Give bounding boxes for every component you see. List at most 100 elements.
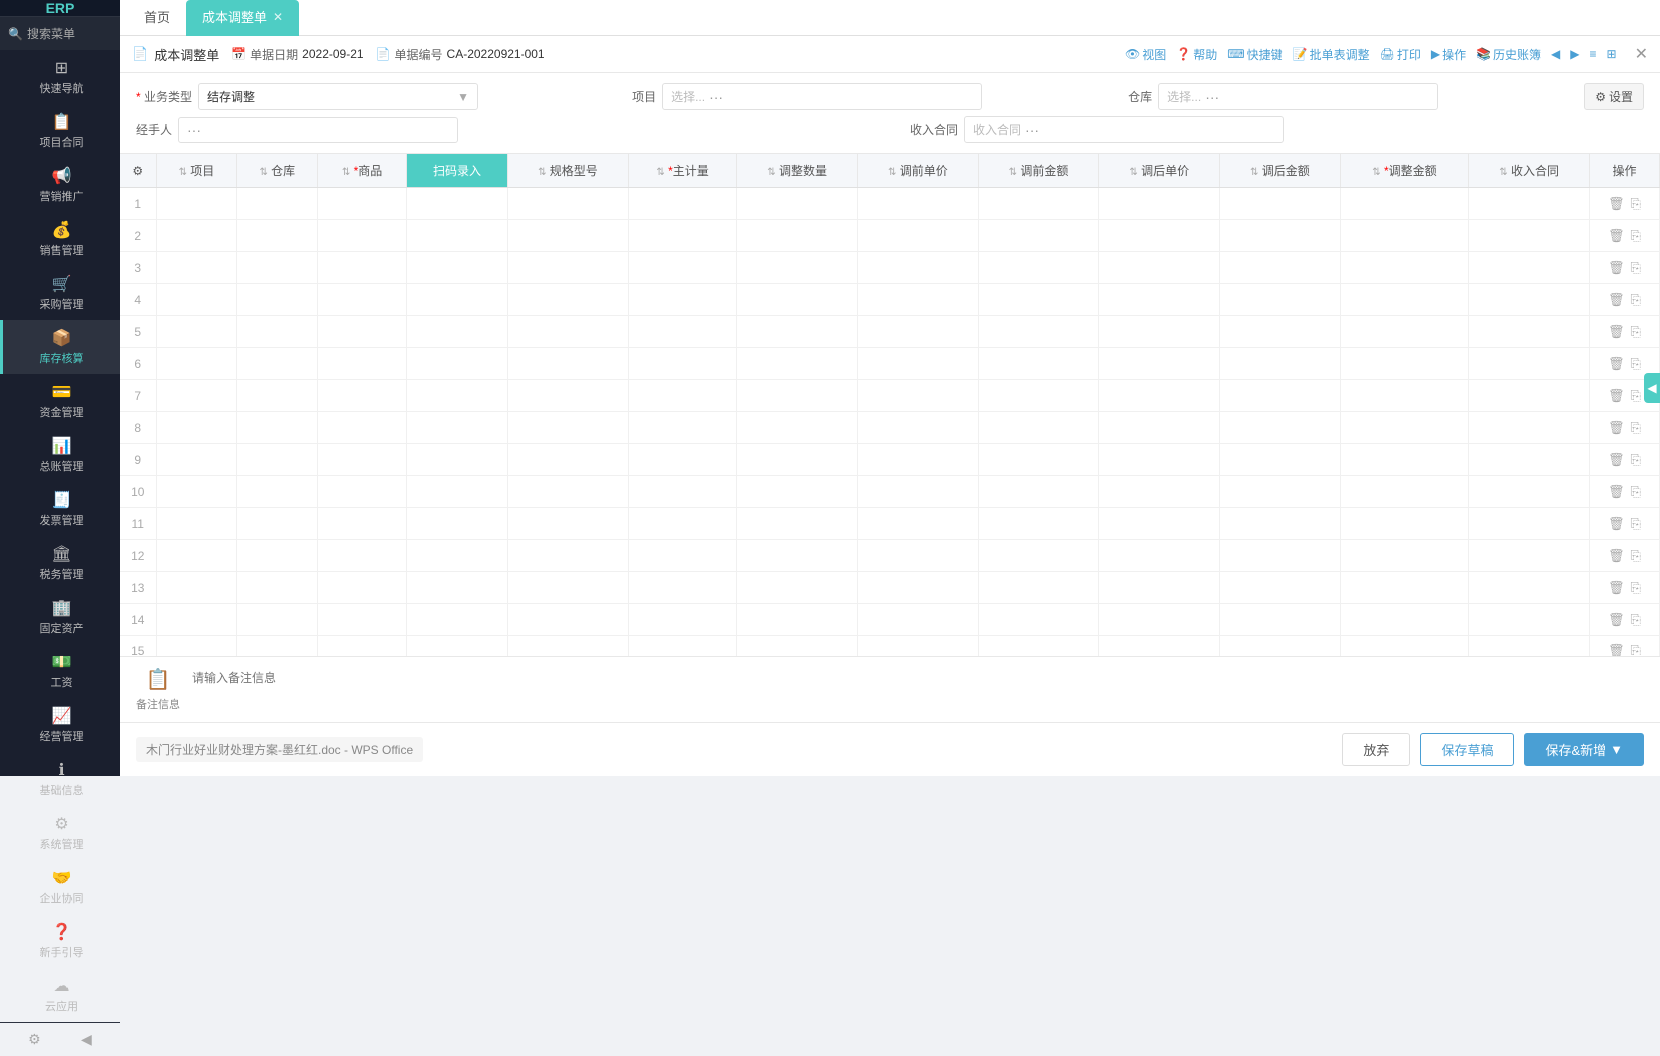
row-3-after-amount[interactable] [1220, 252, 1341, 284]
print-button[interactable]: 🖨 打印 [1380, 46, 1421, 63]
row-13-adjust-amount[interactable] [1340, 572, 1468, 604]
row-4-adjust-amount[interactable] [1340, 284, 1468, 316]
row-5-after-price[interactable] [1099, 316, 1220, 348]
row-1-qty[interactable] [737, 188, 858, 220]
project-dots-icon[interactable]: ··· [709, 89, 723, 105]
sidebar-item-sales[interactable]: 💰 销售管理 [0, 212, 120, 266]
row-15-product[interactable] [318, 636, 407, 657]
row-10-qty[interactable] [737, 476, 858, 508]
row-8-delete-icon[interactable]: 🗑 [1608, 420, 1625, 436]
row-10-after-amount[interactable] [1220, 476, 1341, 508]
sidebar-item-inventory[interactable]: 📦 库存核算 [0, 320, 120, 374]
view-grid-button[interactable]: ⊞ [1607, 47, 1617, 61]
row-10-unit[interactable] [628, 476, 737, 508]
row-4-product[interactable] [318, 284, 407, 316]
sidebar-item-enterprise[interactable]: 🤝 企业协同 [0, 860, 120, 914]
nav-next-button[interactable]: ▶ [1570, 47, 1579, 61]
sidebar-toggle-button[interactable]: ◀ [81, 1031, 92, 1048]
row-7-qty[interactable] [737, 380, 858, 412]
row-1-unit[interactable] [628, 188, 737, 220]
row-5-copy-icon[interactable]: ⎘ [1631, 324, 1641, 340]
row-4-after-amount[interactable] [1220, 284, 1341, 316]
row-11-warehouse[interactable] [237, 508, 318, 540]
row-5-delete-icon[interactable]: 🗑 [1608, 324, 1625, 340]
row-9-unit[interactable] [628, 444, 737, 476]
row-1-scan[interactable] [406, 188, 507, 220]
row-2-after-price[interactable] [1099, 220, 1220, 252]
row-1-income-contract[interactable] [1469, 188, 1590, 220]
sidebar-item-fixed-assets[interactable]: 🏢 固定资产 [0, 590, 120, 644]
row-6-project[interactable] [156, 348, 237, 380]
row-13-unit[interactable] [628, 572, 737, 604]
row-7-after-price[interactable] [1099, 380, 1220, 412]
row-14-before-amount[interactable] [978, 604, 1099, 636]
row-5-spec[interactable] [508, 316, 629, 348]
row-10-delete-icon[interactable]: 🗑 [1608, 484, 1625, 500]
warehouse-dots-icon[interactable]: ··· [1205, 89, 1219, 105]
row-12-product[interactable] [318, 540, 407, 572]
row-11-delete-icon[interactable]: 🗑 [1608, 516, 1625, 532]
row-14-project[interactable] [156, 604, 237, 636]
row-2-qty[interactable] [737, 220, 858, 252]
row-5-scan[interactable] [406, 316, 507, 348]
sidebar-item-system[interactable]: ⚙ 系统管理 [0, 806, 120, 860]
row-2-after-amount[interactable] [1220, 220, 1341, 252]
row-14-adjust-amount[interactable] [1340, 604, 1468, 636]
sidebar-item-quick-nav[interactable]: ⊞ 快速导航 [0, 50, 120, 104]
row-13-before-amount[interactable] [978, 572, 1099, 604]
sidebar-item-payroll[interactable]: 💵 工资 [0, 644, 120, 698]
handler-dots-icon[interactable]: ··· [187, 122, 201, 138]
row-10-warehouse[interactable] [237, 476, 318, 508]
row-11-income-contract[interactable] [1469, 508, 1590, 540]
row-9-scan[interactable] [406, 444, 507, 476]
nav-prev-button[interactable]: ◀ [1551, 47, 1560, 61]
col-adjust-amount[interactable]: ⇅ *调整金额 [1340, 154, 1468, 188]
row-15-income-contract[interactable] [1469, 636, 1590, 657]
row-15-warehouse[interactable] [237, 636, 318, 657]
row-8-before-amount[interactable] [978, 412, 1099, 444]
row-3-spec[interactable] [508, 252, 629, 284]
col-before-amount[interactable]: ⇅ 调前金额 [978, 154, 1099, 188]
row-15-after-price[interactable] [1099, 636, 1220, 657]
row-13-spec[interactable] [508, 572, 629, 604]
row-14-after-price[interactable] [1099, 604, 1220, 636]
business-type-input[interactable]: 结存调整 ▼ [198, 83, 478, 110]
row-6-after-price[interactable] [1099, 348, 1220, 380]
row-9-project[interactable] [156, 444, 237, 476]
row-8-unit[interactable] [628, 412, 737, 444]
shortcut-button[interactable]: ⌨ 快捷键 [1227, 46, 1282, 63]
row-10-scan[interactable] [406, 476, 507, 508]
row-1-delete-icon[interactable]: 🗑 [1608, 196, 1625, 212]
row-3-scan[interactable] [406, 252, 507, 284]
view-button[interactable]: 👁 视图 [1125, 46, 1166, 63]
row-2-income-contract[interactable] [1469, 220, 1590, 252]
row-13-income-contract[interactable] [1469, 572, 1590, 604]
row-14-product[interactable] [318, 604, 407, 636]
col-product[interactable]: ⇅ *商品 [318, 154, 407, 188]
tab-close-icon[interactable]: ✕ [273, 10, 283, 24]
row-4-delete-icon[interactable]: 🗑 [1608, 292, 1625, 308]
tab-cost-adjust[interactable]: 成本调整单 ✕ [186, 0, 299, 36]
row-12-spec[interactable] [508, 540, 629, 572]
row-1-before-amount[interactable] [978, 188, 1099, 220]
row-11-after-price[interactable] [1099, 508, 1220, 540]
view-list-button[interactable]: ≡ [1590, 47, 1597, 61]
row-10-product[interactable] [318, 476, 407, 508]
row-10-income-contract[interactable] [1469, 476, 1590, 508]
row-7-adjust-amount[interactable] [1340, 380, 1468, 412]
row-2-delete-icon[interactable]: 🗑 [1608, 228, 1625, 244]
row-7-product[interactable] [318, 380, 407, 412]
row-14-scan[interactable] [406, 604, 507, 636]
row-2-warehouse[interactable] [237, 220, 318, 252]
row-12-scan[interactable] [406, 540, 507, 572]
row-4-qty[interactable] [737, 284, 858, 316]
row-8-adjust-amount[interactable] [1340, 412, 1468, 444]
row-6-adjust-amount[interactable] [1340, 348, 1468, 380]
sidebar-item-marketing[interactable]: 📢 营销推广 [0, 158, 120, 212]
row-4-income-contract[interactable] [1469, 284, 1590, 316]
row-13-warehouse[interactable] [237, 572, 318, 604]
col-warehouse[interactable]: ⇅ 仓库 [237, 154, 318, 188]
row-3-copy-icon[interactable]: ⎘ [1631, 260, 1641, 276]
row-7-scan[interactable] [406, 380, 507, 412]
row-14-copy-icon[interactable]: ⎘ [1631, 612, 1641, 628]
